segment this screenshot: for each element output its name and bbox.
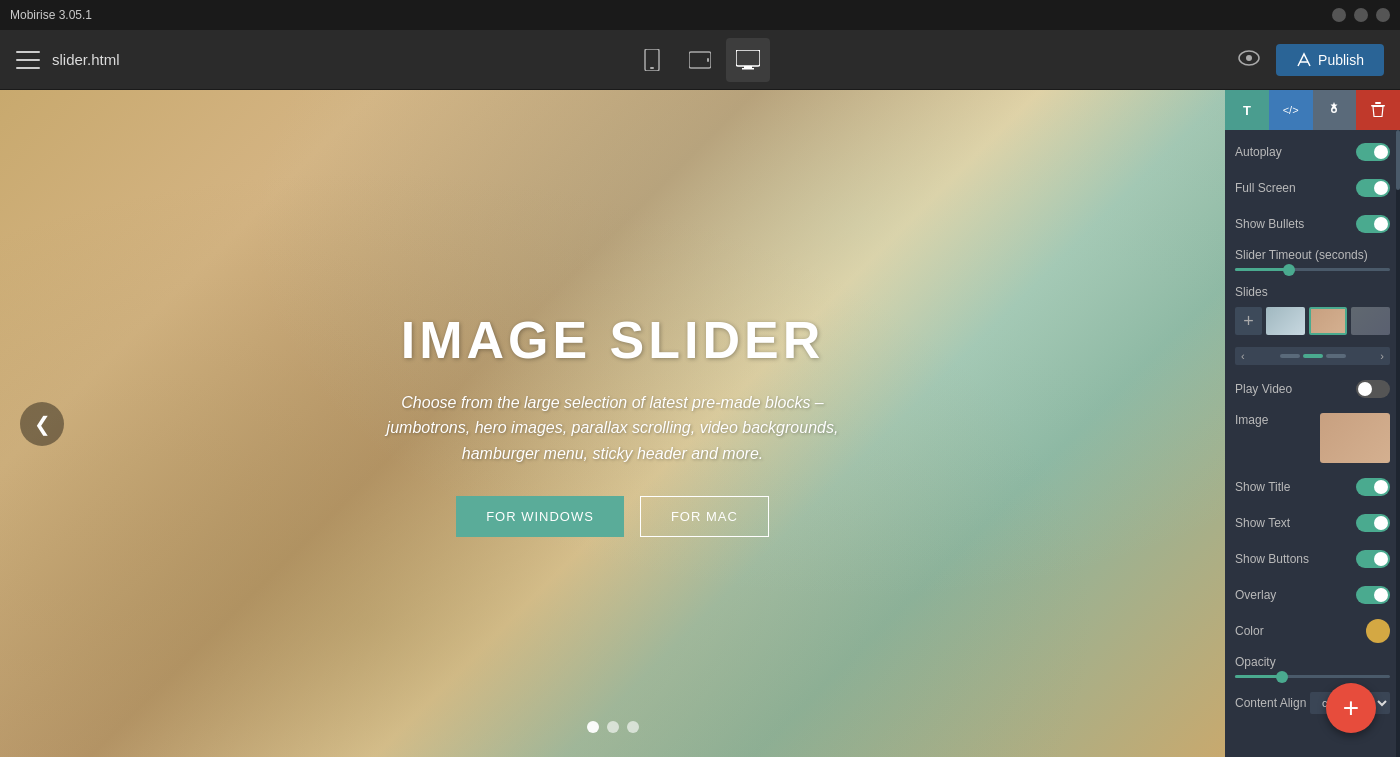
show-buttons-row: Show Buttons bbox=[1235, 547, 1390, 571]
slider-dots bbox=[587, 721, 639, 733]
show-text-label: Show Text bbox=[1235, 516, 1290, 530]
fullscreen-row: Full Screen bbox=[1235, 176, 1390, 200]
slider-text: Choose from the large selection of lates… bbox=[363, 390, 863, 467]
svg-point-8 bbox=[1246, 55, 1252, 61]
main-area: IMAGE SLIDER Choose from the large selec… bbox=[0, 90, 1400, 757]
fullscreen-toggle[interactable] bbox=[1356, 179, 1390, 197]
slider-buttons: FOR WINDOWS FOR MAC bbox=[363, 496, 863, 537]
autoplay-row: Autoplay bbox=[1235, 140, 1390, 164]
desktop-device-btn[interactable] bbox=[726, 38, 770, 82]
window-controls bbox=[1332, 8, 1390, 22]
svg-rect-5 bbox=[744, 66, 752, 68]
autoplay-toggle[interactable] bbox=[1356, 143, 1390, 161]
opacity-container: Opacity bbox=[1235, 655, 1390, 678]
slide-thumb-2[interactable] bbox=[1309, 307, 1348, 335]
slider-content: IMAGE SLIDER Choose from the large selec… bbox=[343, 290, 883, 558]
svg-rect-1 bbox=[650, 67, 654, 69]
overlay-toggle[interactable] bbox=[1356, 586, 1390, 604]
slides-label: Slides bbox=[1235, 285, 1390, 299]
show-title-row: Show Title bbox=[1235, 475, 1390, 499]
svg-rect-6 bbox=[742, 68, 754, 70]
fullscreen-label: Full Screen bbox=[1235, 181, 1296, 195]
device-selector bbox=[630, 38, 770, 82]
show-text-row: Show Text bbox=[1235, 511, 1390, 535]
show-bullets-toggle[interactable] bbox=[1356, 215, 1390, 233]
menu-icon[interactable] bbox=[16, 51, 40, 69]
opacity-track[interactable] bbox=[1235, 675, 1390, 678]
overlay-row: Overlay bbox=[1235, 583, 1390, 607]
maximize-btn[interactable] bbox=[1354, 8, 1368, 22]
show-title-label: Show Title bbox=[1235, 480, 1290, 494]
slide-nav-dot-3[interactable] bbox=[1326, 354, 1346, 358]
play-video-label: Play Video bbox=[1235, 382, 1292, 396]
mac-button[interactable]: FOR MAC bbox=[640, 496, 769, 537]
canvas-area: IMAGE SLIDER Choose from the large selec… bbox=[0, 90, 1225, 757]
show-title-toggle[interactable] bbox=[1356, 478, 1390, 496]
play-video-row: Play Video bbox=[1235, 377, 1390, 401]
slider-background: IMAGE SLIDER Choose from the large selec… bbox=[0, 90, 1225, 757]
slide-nav-bar: ‹ › bbox=[1235, 347, 1390, 365]
image-row: Image bbox=[1235, 413, 1390, 463]
image-preview[interactable] bbox=[1320, 413, 1390, 463]
windows-button[interactable]: FOR WINDOWS bbox=[456, 496, 624, 537]
panel-tab-code[interactable]: </> bbox=[1269, 90, 1313, 130]
panel-tab-delete[interactable] bbox=[1356, 90, 1400, 130]
svg-rect-10 bbox=[1375, 102, 1381, 104]
panel-body[interactable]: Autoplay Full Screen Show Bullets Slider… bbox=[1225, 130, 1400, 757]
slider-dot-2[interactable] bbox=[607, 721, 619, 733]
filename-label: slider.html bbox=[52, 51, 120, 68]
slide-nav-dots bbox=[1245, 354, 1381, 358]
slider-timeout-container: Slider Timeout (seconds) bbox=[1235, 248, 1390, 271]
panel-scrollbar-thumb bbox=[1396, 130, 1400, 190]
slide-nav-next[interactable]: › bbox=[1380, 350, 1384, 362]
svg-rect-3 bbox=[707, 58, 709, 62]
show-bullets-row: Show Bullets bbox=[1235, 212, 1390, 236]
autoplay-label: Autoplay bbox=[1235, 145, 1282, 159]
slides-section: Slides + bbox=[1235, 285, 1390, 335]
show-text-toggle[interactable] bbox=[1356, 514, 1390, 532]
slider-timeout-label: Slider Timeout (seconds) bbox=[1235, 248, 1390, 262]
fab-add-button[interactable]: + bbox=[1326, 683, 1376, 733]
show-bullets-label: Show Bullets bbox=[1235, 217, 1304, 231]
slide-nav-dot-2[interactable] bbox=[1303, 354, 1323, 358]
color-label: Color bbox=[1235, 624, 1264, 638]
slider-timeout-track[interactable] bbox=[1235, 268, 1390, 271]
panel-tab-settings[interactable] bbox=[1313, 90, 1357, 130]
content-align-label: Content Align bbox=[1235, 696, 1306, 710]
toolbar-right: Publish bbox=[1238, 44, 1384, 76]
slider-prev-arrow[interactable]: ❮ bbox=[20, 402, 64, 446]
show-buttons-toggle[interactable] bbox=[1356, 550, 1390, 568]
slide-thumb-1[interactable] bbox=[1266, 307, 1305, 335]
opacity-label: Opacity bbox=[1235, 655, 1390, 669]
slider-dot-1[interactable] bbox=[587, 721, 599, 733]
publish-button[interactable]: Publish bbox=[1276, 44, 1384, 76]
app-name: Mobirise 3.05.1 bbox=[10, 8, 92, 22]
panel-scrollbar bbox=[1396, 130, 1400, 757]
slider-title: IMAGE SLIDER bbox=[363, 310, 863, 370]
show-buttons-label: Show Buttons bbox=[1235, 552, 1309, 566]
color-row: Color bbox=[1235, 619, 1390, 643]
slides-thumbnails: + bbox=[1235, 307, 1390, 335]
toolbar: slider.html bbox=[0, 30, 1400, 90]
tablet-device-btn[interactable] bbox=[678, 38, 722, 82]
overlay-label: Overlay bbox=[1235, 588, 1276, 602]
slide-thumb-3[interactable] bbox=[1351, 307, 1390, 335]
image-label: Image bbox=[1235, 413, 1268, 427]
panel-tab-text[interactable]: T bbox=[1225, 90, 1269, 130]
slider-dot-3[interactable] bbox=[627, 721, 639, 733]
add-slide-button[interactable]: + bbox=[1235, 307, 1262, 335]
panel-tab-bar: T </> bbox=[1225, 90, 1400, 130]
slide-nav-dot-1[interactable] bbox=[1280, 354, 1300, 358]
close-btn[interactable] bbox=[1376, 8, 1390, 22]
mobile-device-btn[interactable] bbox=[630, 38, 674, 82]
preview-icon[interactable] bbox=[1238, 48, 1260, 71]
title-bar: Mobirise 3.05.1 bbox=[0, 0, 1400, 30]
play-video-toggle[interactable] bbox=[1356, 380, 1390, 398]
minimize-btn[interactable] bbox=[1332, 8, 1346, 22]
color-swatch[interactable] bbox=[1366, 619, 1390, 643]
right-panel: T </> Autopla bbox=[1225, 90, 1400, 757]
svg-rect-4 bbox=[736, 50, 760, 66]
